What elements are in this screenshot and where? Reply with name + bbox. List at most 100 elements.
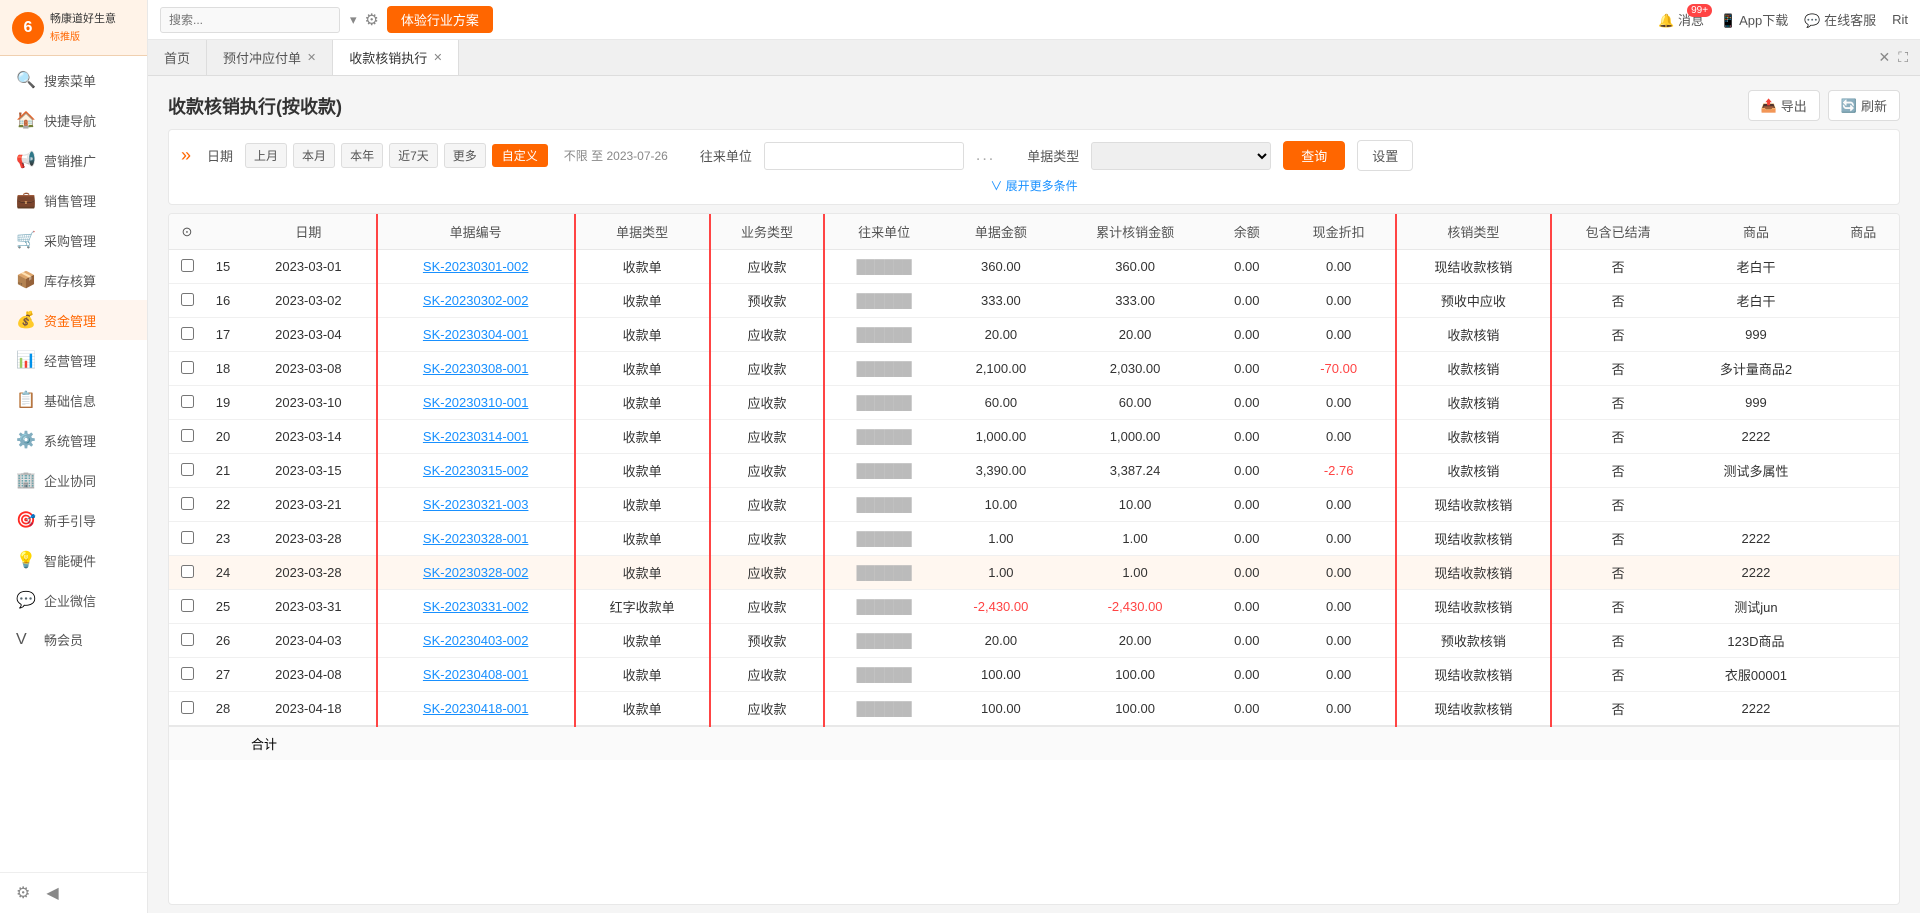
td-checkbox[interactable] <box>169 624 205 658</box>
td-amount: -2,430.00 <box>943 590 1059 624</box>
td-checkbox[interactable] <box>169 556 205 590</box>
sidebar-item-inventory[interactable]: 📦 库存核算 <box>0 260 147 300</box>
settings-icon[interactable]: ⚙ <box>16 883 30 903</box>
td-bill-no[interactable]: SK-20230403-002 <box>377 624 575 658</box>
td-checkbox[interactable] <box>169 352 205 386</box>
td-checkbox[interactable] <box>169 284 205 318</box>
th-index <box>205 214 241 250</box>
table-row[interactable]: 23 2023-03-28 SK-20230328-001 收款单 应收款 ██… <box>169 522 1899 556</box>
td-bill-no[interactable]: SK-20230304-001 <box>377 318 575 352</box>
date-this-year[interactable]: 本年 <box>341 143 383 168</box>
td-checkbox[interactable] <box>169 250 205 284</box>
tab-home[interactable]: 首页 <box>148 40 207 75</box>
sidebar-item-quicknav[interactable]: 🏠 快捷导航 <box>0 100 147 140</box>
topbar-gear-icon[interactable]: ⚙ <box>365 10 379 30</box>
table-row[interactable]: 19 2023-03-10 SK-20230310-001 收款单 应收款 ██… <box>169 386 1899 420</box>
sidebar-item-sales[interactable]: 💼 销售管理 <box>0 180 147 220</box>
td-checkbox[interactable] <box>169 386 205 420</box>
table-row[interactable]: 26 2023-04-03 SK-20230403-002 收款单 预收款 ██… <box>169 624 1899 658</box>
unit-input[interactable] <box>764 142 964 170</box>
filter-expand[interactable]: ∨ 展开更多条件 <box>181 177 1887 194</box>
sidebar-item-hardware[interactable]: 💡 智能硬件 <box>0 540 147 580</box>
tab-receipt-close[interactable]: ✕ <box>433 51 442 64</box>
sidebar-item-purchase[interactable]: 🛒 采购管理 <box>0 220 147 260</box>
td-checkbox[interactable] <box>169 488 205 522</box>
table-row[interactable]: 21 2023-03-15 SK-20230315-002 收款单 应收款 ██… <box>169 454 1899 488</box>
td-bill-no[interactable]: SK-20230328-002 <box>377 556 575 590</box>
td-date: 2023-03-08 <box>241 352 377 386</box>
td-bill-no[interactable]: SK-20230328-001 <box>377 522 575 556</box>
sidebar-item-wechat[interactable]: 💬 企业微信 <box>0 580 147 620</box>
date-this-month[interactable]: 本月 <box>293 143 335 168</box>
td-date: 2023-03-02 <box>241 284 377 318</box>
td-checkbox[interactable] <box>169 590 205 624</box>
table-row[interactable]: 24 2023-03-28 SK-20230328-002 收款单 应收款 ██… <box>169 556 1899 590</box>
table-row[interactable]: 25 2023-03-31 SK-20230331-002 红字收款单 应收款 … <box>169 590 1899 624</box>
table-row[interactable]: 27 2023-04-08 SK-20230408-001 收款单 应收款 ██… <box>169 658 1899 692</box>
table-row[interactable]: 20 2023-03-14 SK-20230314-001 收款单 应收款 ██… <box>169 420 1899 454</box>
online-service[interactable]: 💬 在线客服 <box>1804 10 1876 29</box>
date-options: 上月 本月 本年 近7天 更多 自定义 <box>245 143 548 168</box>
td-date: 2023-03-01 <box>241 250 377 284</box>
sidebar-label-wechat: 企业微信 <box>44 591 96 610</box>
tab-payable[interactable]: 预付冲应付单 ✕ <box>207 40 333 75</box>
table-row[interactable]: 16 2023-03-02 SK-20230302-002 收款单 预收款 ██… <box>169 284 1899 318</box>
sidebar-item-search[interactable]: 🔍 搜索菜单 <box>0 60 147 100</box>
settings-button[interactable]: 设置 <box>1357 140 1413 171</box>
td-partner: ██████ <box>824 250 942 284</box>
sidebar-item-member[interactable]: V 畅会员 <box>0 620 147 659</box>
td-verify-amount: 10.00 <box>1059 488 1211 522</box>
sidebar-item-operation[interactable]: 📊 经营管理 <box>0 340 147 380</box>
sidebar-item-enterprise[interactable]: 🏢 企业协同 <box>0 460 147 500</box>
sidebar-label-marketing: 营销推广 <box>44 151 96 170</box>
date-7days[interactable]: 近7天 <box>389 143 438 168</box>
td-checkbox[interactable] <box>169 318 205 352</box>
message-icon[interactable]: 🔔 消息 99+ <box>1658 10 1704 29</box>
collapse-icon[interactable]: ◀ <box>46 883 58 903</box>
table-row[interactable]: 22 2023-03-21 SK-20230321-003 收款单 应收款 ██… <box>169 488 1899 522</box>
filter-collapse-icon[interactable]: » <box>181 145 191 166</box>
td-bill-no[interactable]: SK-20230301-002 <box>377 250 575 284</box>
td-bill-no[interactable]: SK-20230315-002 <box>377 454 575 488</box>
td-bill-no[interactable]: SK-20230308-001 <box>377 352 575 386</box>
td-bill-no[interactable]: SK-20230331-002 <box>377 590 575 624</box>
td-bill-no[interactable]: SK-20230310-001 <box>377 386 575 420</box>
td-checkbox[interactable] <box>169 522 205 556</box>
tab-fullscreen-icon[interactable]: ⛶ <box>1898 49 1908 66</box>
th-settings[interactable]: ⊙ <box>169 214 205 250</box>
td-checkbox[interactable] <box>169 658 205 692</box>
th-bill-no: 单据编号 <box>377 214 575 250</box>
tab-close-icon[interactable]: ✕ <box>1878 49 1890 66</box>
td-bill-no[interactable]: SK-20230314-001 <box>377 420 575 454</box>
export-button[interactable]: 📤 导出 <box>1748 90 1820 121</box>
date-custom[interactable]: 自定义 <box>492 144 548 167</box>
table-row[interactable]: 15 2023-03-01 SK-20230301-002 收款单 应收款 ██… <box>169 250 1899 284</box>
sidebar-item-guide[interactable]: 🎯 新手引导 <box>0 500 147 540</box>
table-row[interactable]: 18 2023-03-08 SK-20230308-001 收款单 应收款 ██… <box>169 352 1899 386</box>
sidebar-item-finance[interactable]: 💰 资金管理 <box>0 300 147 340</box>
td-bill-no[interactable]: SK-20230418-001 <box>377 692 575 727</box>
td-bill-no[interactable]: SK-20230408-001 <box>377 658 575 692</box>
td-bill-no[interactable]: SK-20230302-002 <box>377 284 575 318</box>
sidebar-item-marketing[interactable]: 📢 营销推广 <box>0 140 147 180</box>
app-download[interactable]: 📱 App下载 <box>1720 10 1788 29</box>
refresh-button[interactable]: 🔄 刷新 <box>1828 90 1900 121</box>
query-button[interactable]: 查询 <box>1283 141 1345 170</box>
table-row[interactable]: 28 2023-04-18 SK-20230418-001 收款单 应收款 ██… <box>169 692 1899 727</box>
tab-receipt[interactable]: 收款核销执行 ✕ <box>333 40 459 75</box>
solution-button[interactable]: 体验行业方案 <box>387 6 493 33</box>
unit-dots[interactable]: ... <box>976 147 995 165</box>
td-checkbox[interactable] <box>169 454 205 488</box>
date-last-month[interactable]: 上月 <box>245 143 287 168</box>
search-icon: 🔍 <box>16 70 36 90</box>
tab-payable-close[interactable]: ✕ <box>307 51 316 64</box>
td-checkbox[interactable] <box>169 692 205 727</box>
td-bill-no[interactable]: SK-20230321-003 <box>377 488 575 522</box>
type-select[interactable] <box>1091 142 1271 170</box>
date-more[interactable]: 更多 <box>444 143 486 168</box>
table-row[interactable]: 17 2023-03-04 SK-20230304-001 收款单 应收款 ██… <box>169 318 1899 352</box>
sidebar-item-basic[interactable]: 📋 基础信息 <box>0 380 147 420</box>
sidebar-item-system[interactable]: ⚙️ 系统管理 <box>0 420 147 460</box>
td-checkbox[interactable] <box>169 420 205 454</box>
topbar-search-input[interactable] <box>160 7 340 33</box>
